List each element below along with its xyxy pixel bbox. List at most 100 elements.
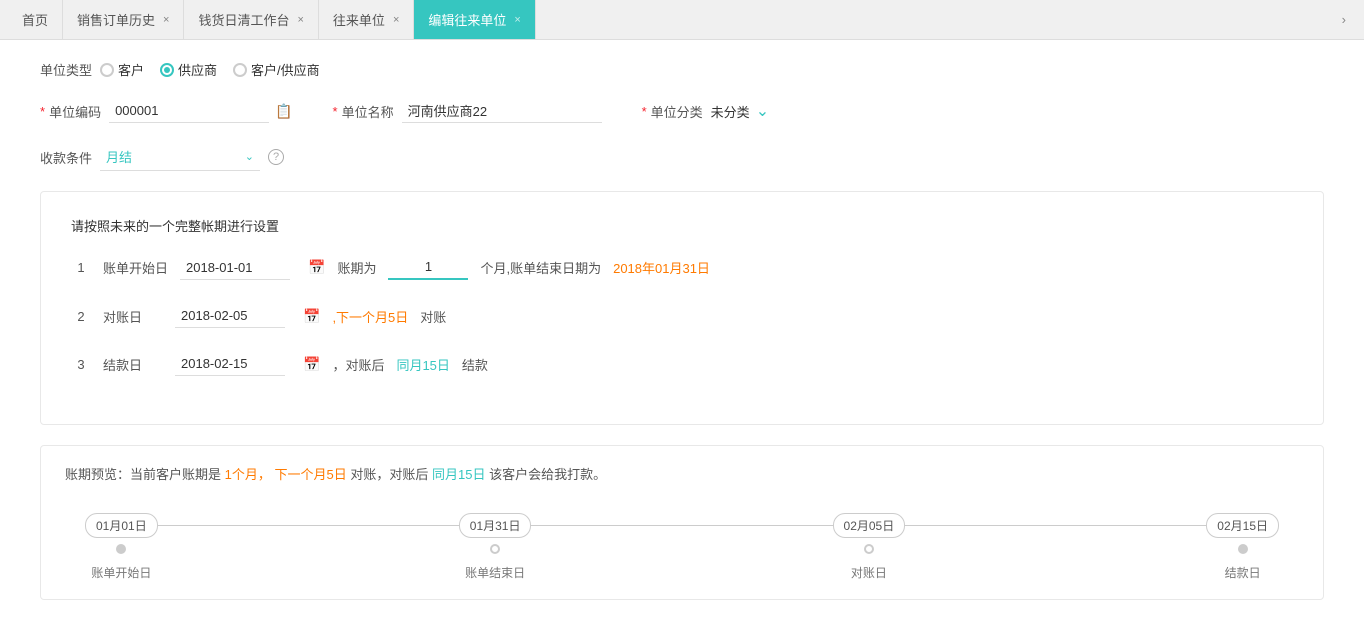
payment-row: 收款条件 月结 ⌄ ? <box>40 143 1324 171</box>
tab-cash-work[interactable]: 钱货日清工作台 × <box>184 0 318 39</box>
cat-dropdown[interactable]: 未分类 ⌄ <box>711 101 769 121</box>
name-label: 单位名称 <box>342 102 394 121</box>
payment-date-input[interactable] <box>175 352 285 376</box>
tab-cash-work-close[interactable]: × <box>297 14 303 26</box>
timeline-label-3: 结款日 <box>1225 564 1261 581</box>
code-label: 单位编码 <box>49 102 101 121</box>
unit-type-row: 单位类型 客户 供应商 客户/供应商 <box>40 60 1324 79</box>
preview-highlight2: 同月15日 <box>432 467 485 482</box>
timeline-dot-2 <box>864 544 874 554</box>
payment-help-icon[interactable]: ? <box>268 149 284 165</box>
reconcile-date-input[interactable] <box>175 304 285 328</box>
code-group: * 单位编码 📋 <box>40 99 293 123</box>
timeline-dot-1 <box>490 544 500 554</box>
timeline-badge-2: 02月05日 <box>833 513 906 538</box>
timeline-badge-1: 01月31日 <box>459 513 532 538</box>
payment-cal-icon[interactable]: 📅 <box>303 356 320 373</box>
radio-both-label: 客户/供应商 <box>251 60 320 79</box>
start-date-cal-icon[interactable]: 📅 <box>308 259 325 276</box>
timeline-item-0: 01月01日 账单开始日 <box>85 513 158 581</box>
preview-mid2: 对账，对账后 <box>350 467 428 482</box>
tab-bar: 首页 销售订单历史 × 钱货日清工作台 × 往来单位 × 编辑往来单位 × › <box>0 0 1364 40</box>
payment-highlight: 同月15日 <box>396 355 449 374</box>
radio-customer-circle <box>100 63 114 77</box>
tab-partner-label: 往来单位 <box>333 10 385 29</box>
radio-supplier[interactable]: 供应商 <box>160 60 217 79</box>
radio-customer-label: 客户 <box>118 60 144 79</box>
timeline-label-0: 账单开始日 <box>91 564 151 581</box>
timeline-item-2: 02月05日 对账日 <box>833 513 906 581</box>
info-row: * 单位编码 📋 * 单位名称 * 单位分类 未分类 ⌄ <box>40 99 1324 123</box>
timeline-label-2: 对账日 <box>851 564 887 581</box>
preview-highlight1: 1个月， <box>225 467 271 482</box>
timeline-line <box>85 525 1279 526</box>
cat-value: 未分类 <box>711 102 750 121</box>
tab-more-button[interactable]: › <box>1332 12 1356 27</box>
cat-star: * <box>642 104 647 119</box>
period-mid-text: 账期为 <box>337 258 376 277</box>
preview-box: 账期预览：当前客户账期是 1个月， 下一个月5日 对账，对账后 同月15日 该客… <box>40 445 1324 600</box>
code-input[interactable] <box>109 99 269 123</box>
timeline-badge-0: 01月01日 <box>85 513 158 538</box>
tab-cash-work-label: 钱货日清工作台 <box>198 10 289 29</box>
preview-suffix: 该客户会给我打款。 <box>489 467 606 482</box>
preview-prefix: 账期预览：当前客户账期是 <box>65 467 221 482</box>
name-group: * 单位名称 <box>333 99 602 123</box>
category-group: * 单位分类 未分类 ⌄ <box>642 101 770 121</box>
start-date-input[interactable] <box>180 256 290 280</box>
setting-label-3: 结款日 <box>103 355 163 374</box>
reconcile-suffix: 对账 <box>420 307 446 326</box>
tab-home[interactable]: 首页 <box>8 0 63 39</box>
timeline-dot-3 <box>1238 544 1248 554</box>
radio-supplier-label: 供应商 <box>178 60 217 79</box>
end-date-highlight: 2018年01月31日 <box>613 258 710 277</box>
payment-arrow-icon: ⌄ <box>245 150 254 163</box>
settings-title: 请按照未来的一个完整帐期进行设置 <box>71 216 1293 235</box>
timeline-label-1: 账单结束日 <box>465 564 525 581</box>
payment-label: 收款条件 <box>40 148 92 167</box>
setting-num-1: 1 <box>71 260 91 275</box>
tab-sales-history-label: 销售订单历史 <box>77 10 155 29</box>
period-unit-text: 个月,账单结束日期为 <box>480 258 601 277</box>
payment-suffix-text: ，对账后 <box>332 355 384 374</box>
radio-both[interactable]: 客户/供应商 <box>233 60 320 79</box>
cat-arrow-icon: ⌄ <box>756 101 769 121</box>
code-star: * <box>40 104 45 119</box>
timeline: 01月01日 账单开始日 01月31日 账单结束日 02月05日 对账日 02月… <box>65 513 1299 581</box>
code-copy-icon[interactable]: 📋 <box>275 103 292 120</box>
radio-both-circle <box>233 63 247 77</box>
reconcile-cal-icon[interactable]: 📅 <box>303 308 320 325</box>
setting-row-1: 1 账单开始日 📅 账期为 个月,账单结束日期为 2018年01月31日 <box>71 255 1293 280</box>
radio-customer[interactable]: 客户 <box>100 60 144 79</box>
setting-label-2: 对账日 <box>103 307 163 326</box>
tab-home-label: 首页 <box>22 10 48 29</box>
period-input[interactable] <box>388 255 468 280</box>
preview-text: 账期预览：当前客户账期是 1个月， 下一个月5日 对账，对账后 同月15日 该客… <box>65 464 1299 483</box>
radio-supplier-circle <box>160 63 174 77</box>
setting-row-3: 3 结款日 📅 ，对账后 同月15日 结款 <box>71 352 1293 376</box>
settings-box: 请按照未来的一个完整帐期进行设置 1 账单开始日 📅 账期为 个月,账单结束日期… <box>40 191 1324 425</box>
unit-type-radio-group: 客户 供应商 客户/供应商 <box>100 60 320 79</box>
setting-num-3: 3 <box>71 357 91 372</box>
setting-label-1: 账单开始日 <box>103 258 168 277</box>
preview-mid: 下一个月5日 <box>275 467 347 482</box>
tab-edit-partner-close[interactable]: × <box>514 14 520 26</box>
reconcile-highlight: ,下一个月5日 <box>332 307 408 326</box>
payment-suffix-text2: 结款 <box>462 355 488 374</box>
tab-edit-partner[interactable]: 编辑往来单位 × <box>414 0 535 39</box>
payment-value: 月结 <box>106 147 245 166</box>
main-content: 单位类型 客户 供应商 客户/供应商 * 单位编码 📋 * 单位名称 <box>0 40 1364 620</box>
tab-sales-history-close[interactable]: × <box>163 14 169 26</box>
setting-row-2: 2 对账日 📅 ,下一个月5日 对账 <box>71 304 1293 328</box>
payment-dropdown[interactable]: 月结 ⌄ <box>100 143 260 171</box>
tab-sales-history[interactable]: 销售订单历史 × <box>63 0 184 39</box>
tab-partner[interactable]: 往来单位 × <box>319 0 414 39</box>
timeline-item-3: 02月15日 结款日 <box>1206 513 1279 581</box>
name-star: * <box>333 104 338 119</box>
timeline-badge-3: 02月15日 <box>1206 513 1279 538</box>
name-input[interactable] <box>402 99 602 123</box>
tab-edit-partner-label: 编辑往来单位 <box>428 10 506 29</box>
timeline-item-1: 01月31日 账单结束日 <box>459 513 532 581</box>
setting-num-2: 2 <box>71 309 91 324</box>
tab-partner-close[interactable]: × <box>393 14 399 26</box>
